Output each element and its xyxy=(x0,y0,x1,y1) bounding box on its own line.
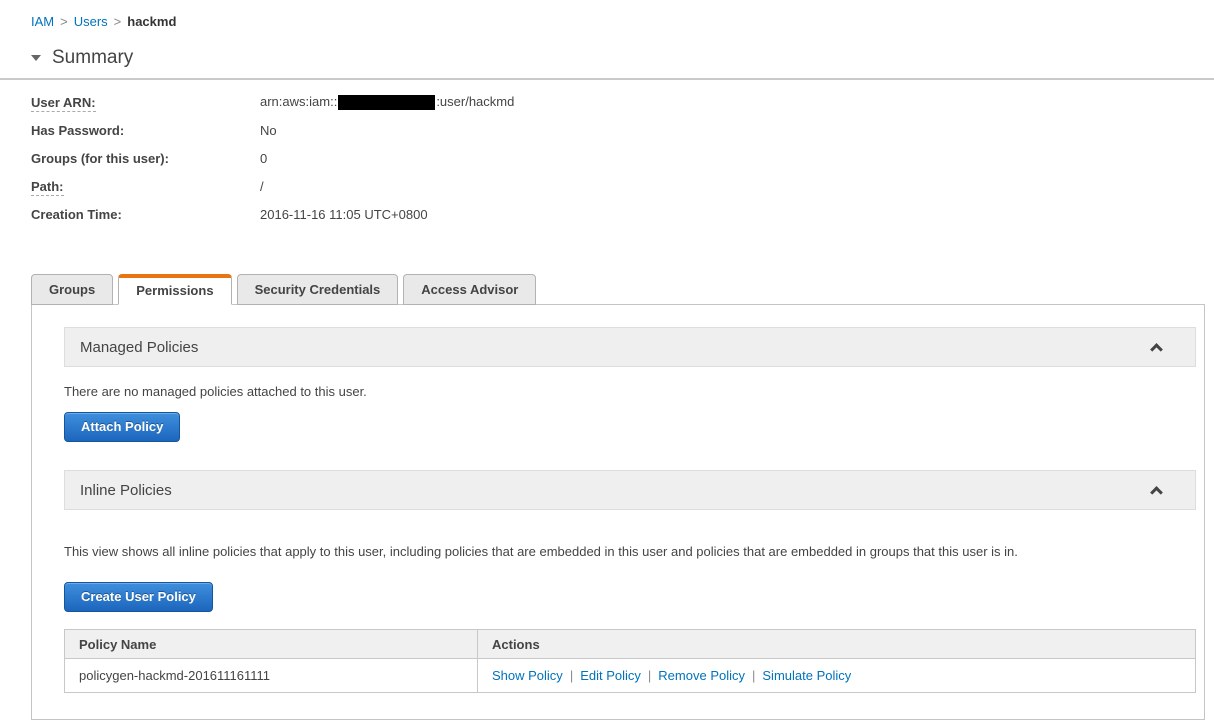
table-row: policygen-hackmd-201611161111 Show Polic… xyxy=(64,658,1196,693)
inline-policies-table: Policy Name Actions policygen-hackmd-201… xyxy=(64,629,1196,693)
tab-permissions[interactable]: Permissions xyxy=(118,274,232,305)
collapse-triangle-icon xyxy=(31,55,41,61)
summary-row-path: Path: / xyxy=(31,172,1214,200)
managed-policies-header[interactable]: Managed Policies xyxy=(64,327,1196,367)
remove-policy-link[interactable]: Remove Policy xyxy=(658,668,745,683)
summary-row-groups: Groups (for this user): 0 xyxy=(31,144,1214,172)
user-arn-tooltip-trigger[interactable]: User ARN: xyxy=(31,94,96,112)
attach-policy-button[interactable]: Attach Policy xyxy=(64,412,181,442)
breadcrumb: IAM > Users > hackmd xyxy=(0,0,1214,29)
summary-divider xyxy=(0,78,1214,80)
user-arn-prefix: arn:aws:iam:: xyxy=(260,93,338,109)
redacted-account-id xyxy=(338,95,436,111)
inline-policies-body: This view shows all inline policies that… xyxy=(64,510,1196,693)
actions-separator: | xyxy=(752,668,756,683)
has-password-value: No xyxy=(260,122,277,138)
show-policy-link[interactable]: Show Policy xyxy=(492,668,563,683)
actions-separator: | xyxy=(647,668,652,683)
policy-name-column-header: Policy Name xyxy=(64,629,478,659)
path-value: / xyxy=(260,178,264,194)
inline-policies-section: Inline Policies This view shows all inli… xyxy=(64,470,1196,693)
create-user-policy-button[interactable]: Create User Policy xyxy=(64,582,213,612)
groups-count-value: 0 xyxy=(260,150,268,166)
breadcrumb-link-users[interactable]: Users xyxy=(74,14,108,29)
tab-groups[interactable]: Groups xyxy=(31,274,114,305)
actions-separator: | xyxy=(569,668,574,683)
tab-bar: Groups Permissions Security Credentials … xyxy=(31,274,1214,305)
groups-count-label: Groups (for this user): xyxy=(31,150,169,166)
path-tooltip-trigger[interactable]: Path: xyxy=(31,178,64,196)
collapse-chevron-icon[interactable] xyxy=(1150,486,1163,499)
policy-name-cell: policygen-hackmd-201611161111 xyxy=(64,658,478,693)
path-label: Path: xyxy=(31,178,260,196)
inline-policies-header[interactable]: Inline Policies xyxy=(64,470,1196,510)
breadcrumb-link-iam[interactable]: IAM xyxy=(31,14,54,29)
permissions-tab-panel: Managed Policies There are no managed po… xyxy=(31,304,1205,720)
tab-security-credentials[interactable]: Security Credentials xyxy=(236,274,399,305)
summary-section-toggle[interactable]: Summary xyxy=(31,46,1214,70)
inline-policies-description: This view shows all inline policies that… xyxy=(64,544,1018,559)
tab-access-advisor[interactable]: Access Advisor xyxy=(403,274,537,305)
collapse-chevron-icon[interactable] xyxy=(1150,343,1163,356)
user-arn-label: User ARN: xyxy=(31,94,260,112)
actions-column-header: Actions xyxy=(477,629,1196,659)
user-arn-value: arn:aws:iam:::user/hackmd xyxy=(260,93,515,111)
breadcrumb-separator: > xyxy=(60,14,68,29)
managed-policies-title: Managed Policies xyxy=(80,338,199,356)
summary-title: Summary xyxy=(52,47,134,68)
breadcrumb-current-user: hackmd xyxy=(127,14,177,29)
summary-row-user-arn: User ARN: arn:aws:iam:::user/hackmd xyxy=(31,88,1214,116)
policy-actions-cell: Show Policy | Edit Policy | Remove Policy | Si… xyxy=(477,658,1196,693)
table-header-row: Policy Name Actions xyxy=(64,629,1196,659)
user-arn-suffix: :user/hackmd xyxy=(436,93,515,109)
breadcrumb-separator: > xyxy=(113,14,122,29)
edit-policy-link[interactable]: Edit Policy xyxy=(580,668,641,683)
managed-policies-empty-text: There are no managed policies attached t… xyxy=(64,384,367,399)
summary-row-creation-time: Creation Time: 2016-11-16 11:05 UTC+0800 xyxy=(31,200,1214,228)
inline-policies-title: Inline Policies xyxy=(80,481,172,499)
creation-time-label: Creation Time: xyxy=(31,206,122,222)
managed-policies-section: Managed Policies There are no managed po… xyxy=(64,327,1196,442)
simulate-policy-link[interactable]: Simulate Policy xyxy=(762,668,851,683)
has-password-label: Has Password: xyxy=(31,122,125,138)
managed-policies-body: There are no managed policies attached t… xyxy=(64,367,1196,442)
summary-row-has-password: Has Password: No xyxy=(31,116,1214,144)
creation-time-value: 2016-11-16 11:05 UTC+0800 xyxy=(260,206,428,222)
summary-fields: User ARN: arn:aws:iam:::user/hackmd Has … xyxy=(31,88,1214,228)
